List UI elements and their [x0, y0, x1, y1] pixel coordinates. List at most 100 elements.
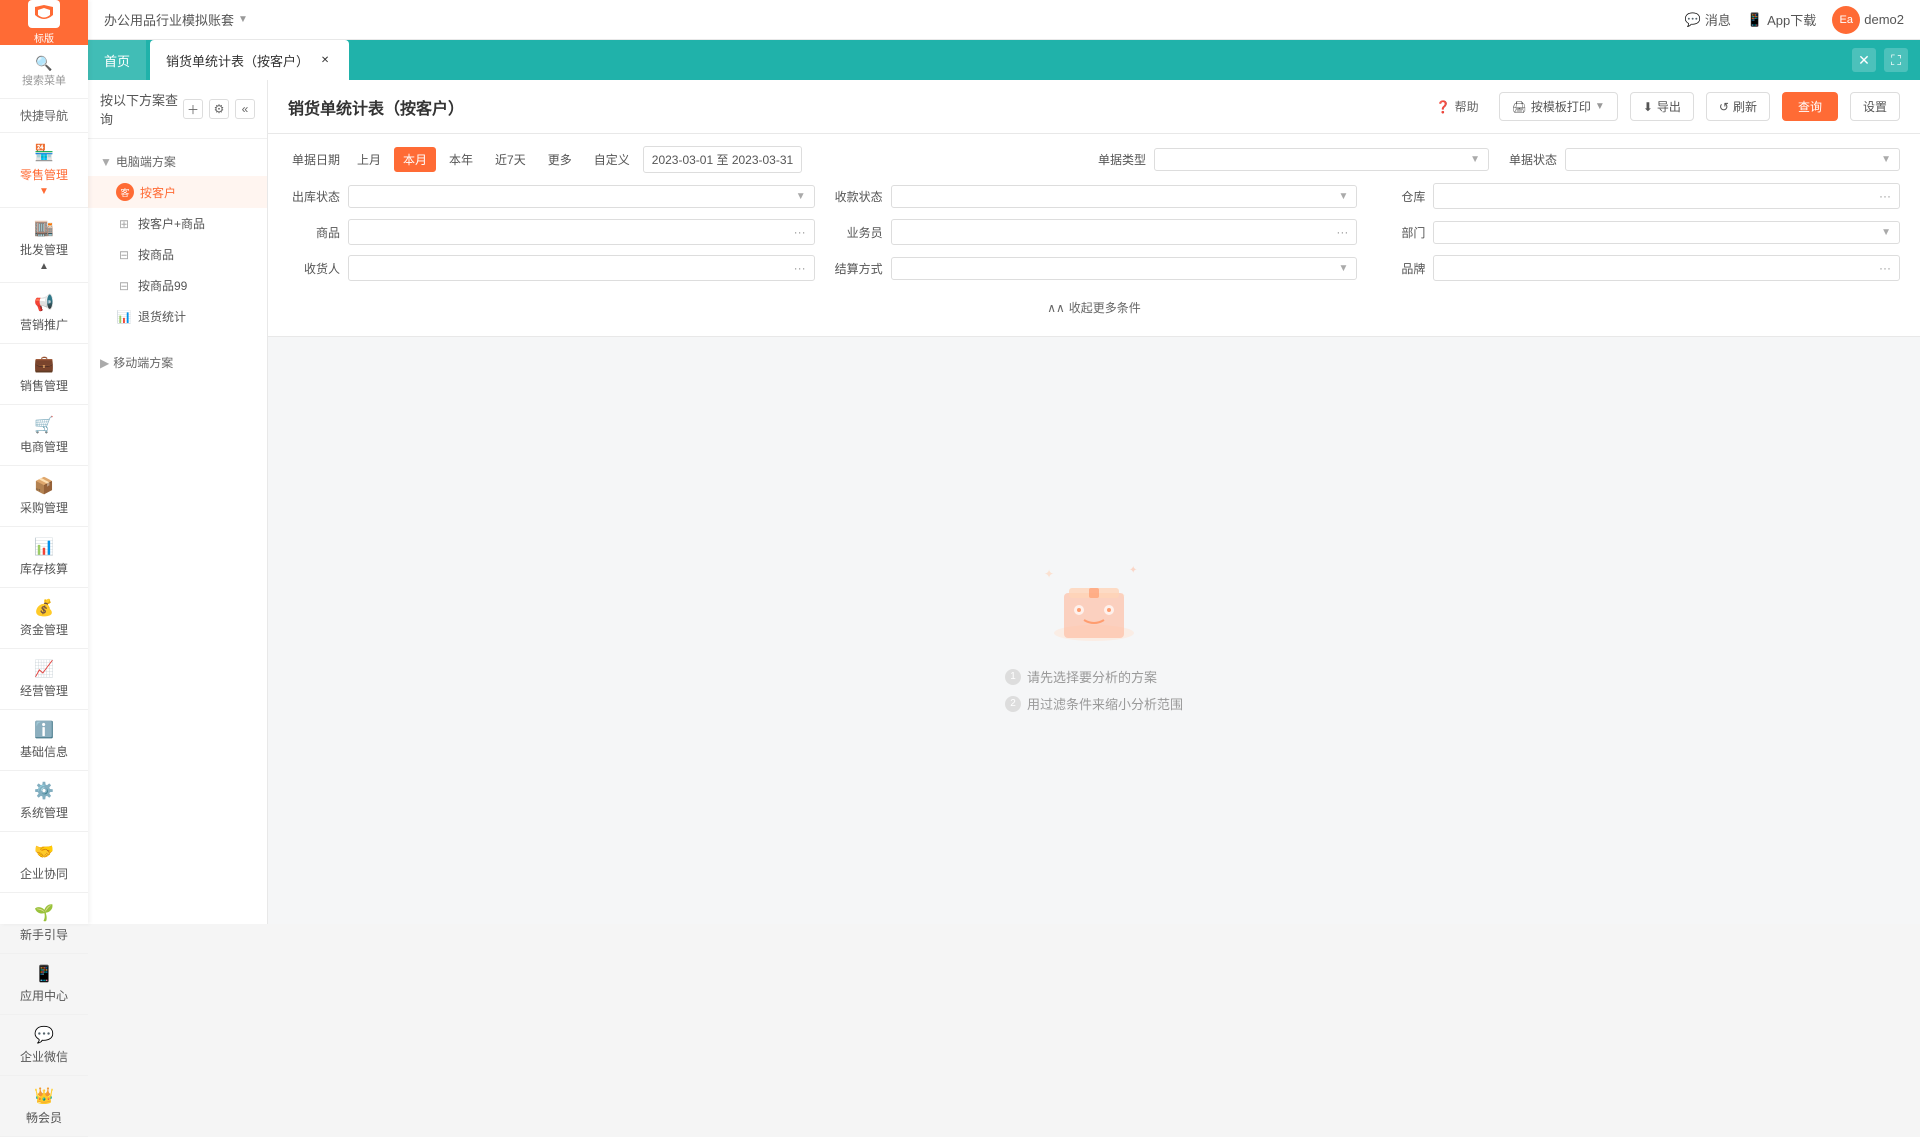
sidebar-item-inventory[interactable]: 📊 库存核算	[0, 527, 88, 588]
out-status-select[interactable]: ▼	[348, 185, 815, 208]
doc-status-input: ▼	[1565, 148, 1900, 171]
sub-sidebar-item-by-product-99[interactable]: ⊟ 按商品99	[88, 270, 267, 301]
product-select[interactable]	[348, 219, 815, 245]
app-download-btn[interactable]: 📱 App下载	[1747, 10, 1816, 29]
sub-sidebar-item-by-customer-product[interactable]: ⊞ 按客户+商品	[88, 208, 267, 239]
app-download-icon: 📱	[1747, 12, 1763, 28]
message-btn[interactable]: 💬 消息	[1685, 10, 1731, 29]
sidebar-item-ecommerce[interactable]: 🛒 电商管理	[0, 405, 88, 466]
department-input: ▼	[1433, 221, 1900, 244]
date-more-btn[interactable]: 更多	[539, 147, 581, 172]
operations-icon: 📈	[34, 659, 54, 679]
date-this-month-btn[interactable]: 本月	[394, 147, 436, 172]
doc-type-select[interactable]: ▼	[1154, 148, 1489, 171]
sub-sidebar-item-by-customer[interactable]: 客 按客户	[88, 176, 267, 208]
page-title-bar: 销货单统计表（按客户） ❓ 帮助 🖨 按模板打印 ▼ ⬇ 导出	[268, 80, 1920, 134]
sub-sidebar-collapse-btn[interactable]: «	[235, 99, 255, 119]
consignee-select[interactable]	[348, 255, 815, 281]
sidebar-item-wholesale[interactable]: 🏬 批发管理 ▲	[0, 208, 88, 283]
settlement-dropdown-icon: ▼	[1338, 263, 1348, 274]
refresh-btn[interactable]: ↺ 刷新	[1706, 92, 1770, 121]
settings-btn[interactable]: 设置	[1850, 92, 1900, 121]
sidebar-search[interactable]: 🔍 搜索菜单	[0, 45, 88, 99]
doc-type-dropdown-icon: ▼	[1470, 154, 1480, 165]
settlement-filter-cell: 结算方式 ▼	[831, 257, 1358, 280]
sub-sidebar-item-return-stat[interactable]: 📊 退货统计	[88, 301, 267, 332]
sidebar-item-member[interactable]: 👑 畅会员	[0, 1076, 88, 1137]
sidebar-item-operations[interactable]: 📈 经营管理	[0, 649, 88, 710]
sidebar-item-marketing[interactable]: 📢 营销推广	[0, 283, 88, 344]
tab-expand-btn[interactable]: ⛶	[1884, 48, 1908, 72]
basic-icon: ℹ️	[34, 720, 54, 740]
sidebar-item-sales[interactable]: 💼 销售管理	[0, 344, 88, 405]
sidebar-item-basic[interactable]: ℹ️ 基础信息	[0, 710, 88, 771]
return-stat-label: 退货统计	[138, 308, 186, 325]
pay-status-select[interactable]: ▼	[891, 185, 1358, 208]
app-logo: 标版	[0, 0, 88, 45]
date-filter-cell: 单据日期 上月 本月 本年 近7天 更多 自定义 2023-03-01 至 20…	[288, 146, 1078, 173]
salesperson-select[interactable]	[891, 219, 1358, 245]
brand-select[interactable]	[1433, 255, 1900, 281]
desktop-group-arrow-icon: ▼	[100, 155, 112, 169]
date-last-7days-btn[interactable]: 近7天	[486, 147, 535, 172]
tab-close-all-btn[interactable]: ✕	[1852, 48, 1876, 72]
sub-sidebar-item-by-product[interactable]: ⊟ 按商品	[88, 239, 267, 270]
query-btn[interactable]: 查询	[1782, 92, 1838, 121]
tab-close-btn[interactable]: ✕	[317, 52, 333, 68]
sidebar-item-enterprise-wx[interactable]: 💬 企业微信	[0, 1015, 88, 1076]
sidebar-item-appstore[interactable]: 📱 应用中心	[0, 954, 88, 1015]
settlement-select[interactable]: ▼	[891, 257, 1358, 280]
header-left: 办公用品行业模拟账套 ▼	[104, 10, 248, 29]
date-custom-btn[interactable]: 自定义	[585, 147, 639, 172]
sub-sidebar-settings-btn[interactable]: ⚙	[209, 99, 229, 119]
by-product-label: 按商品	[138, 246, 174, 263]
desktop-group-title[interactable]: ▼ 电脑端方案	[88, 147, 267, 176]
industry-dropdown-icon: ▼	[238, 14, 248, 25]
warehouse-select[interactable]	[1433, 183, 1900, 209]
sidebar-item-enterprise[interactable]: 🤝 企业协同	[0, 832, 88, 893]
salesperson-input	[891, 219, 1358, 245]
help-btn[interactable]: ❓ 帮助	[1428, 94, 1487, 119]
appstore-icon: 📱	[34, 964, 54, 984]
message-icon: 💬	[1685, 12, 1701, 28]
consignee-label: 收货人	[288, 260, 340, 277]
enterprise-wx-icon: 💬	[34, 1025, 54, 1045]
industry-selector[interactable]: 办公用品行业模拟账套 ▼	[104, 10, 248, 29]
sidebar-item-purchase[interactable]: 📦 采购管理	[0, 466, 88, 527]
warehouse-filter-cell: 仓库	[1373, 183, 1900, 209]
print-btn[interactable]: 🖨 按模板打印 ▼	[1499, 92, 1618, 121]
date-range-input[interactable]: 2023-03-01 至 2023-03-31	[643, 146, 802, 173]
filter-row-3: 商品 业务员	[288, 219, 1900, 245]
department-select[interactable]: ▼	[1433, 221, 1900, 244]
date-this-year-btn[interactable]: 本年	[440, 147, 482, 172]
user-profile-btn[interactable]: Ea demo2	[1832, 6, 1904, 34]
department-dropdown-icon: ▼	[1881, 227, 1891, 238]
doc-status-select[interactable]: ▼	[1565, 148, 1900, 171]
mobile-group-label: 移动端方案	[113, 354, 173, 371]
sidebar-item-finance[interactable]: 💰 资金管理	[0, 588, 88, 649]
tab-home[interactable]: 首页	[88, 40, 146, 80]
by-customer-label: 按客户	[140, 184, 176, 201]
tab-bar-actions: ✕ ⛶	[1852, 48, 1920, 72]
warehouse-input	[1433, 183, 1900, 209]
enterprise-icon: 🤝	[34, 842, 54, 862]
pay-status-filter-cell: 收款状态 ▼	[831, 185, 1358, 208]
department-label: 部门	[1373, 224, 1425, 241]
sub-sidebar-add-btn[interactable]: ＋	[183, 99, 203, 119]
pay-status-label: 收款状态	[831, 188, 883, 205]
department-filter-cell: 部门 ▼	[1373, 221, 1900, 244]
by-product-99-icon: ⊟	[116, 278, 132, 294]
salesperson-filter-cell: 业务员	[831, 219, 1358, 245]
sidebar-item-system[interactable]: ⚙️ 系统管理	[0, 771, 88, 832]
industry-label: 办公用品行业模拟账套	[104, 10, 234, 29]
sidebar-quick-nav[interactable]: 快捷导航	[0, 99, 88, 133]
tab-bar: 首页 销货单统计表（按客户） ✕ ✕ ⛶	[88, 40, 1920, 80]
mobile-group-title[interactable]: ▶ 移动端方案	[88, 348, 267, 377]
export-btn[interactable]: ⬇ 导出	[1630, 92, 1694, 121]
tab-sales-stat[interactable]: 销货单统计表（按客户） ✕	[150, 40, 349, 80]
sidebar: 标版 🔍 搜索菜单 快捷导航 🏪 零售管理 ▼ 🏬 批发管理 ▲ 📢 营销推广 …	[0, 0, 88, 924]
date-last-month-btn[interactable]: 上月	[348, 147, 390, 172]
filter-area: 单据日期 上月 本月 本年 近7天 更多 自定义 2023-03-01 至 20…	[268, 134, 1920, 337]
sidebar-item-retail[interactable]: 🏪 零售管理 ▼	[0, 133, 88, 208]
collapse-filter-btn[interactable]: ∧∧ 收起更多条件	[288, 291, 1900, 324]
